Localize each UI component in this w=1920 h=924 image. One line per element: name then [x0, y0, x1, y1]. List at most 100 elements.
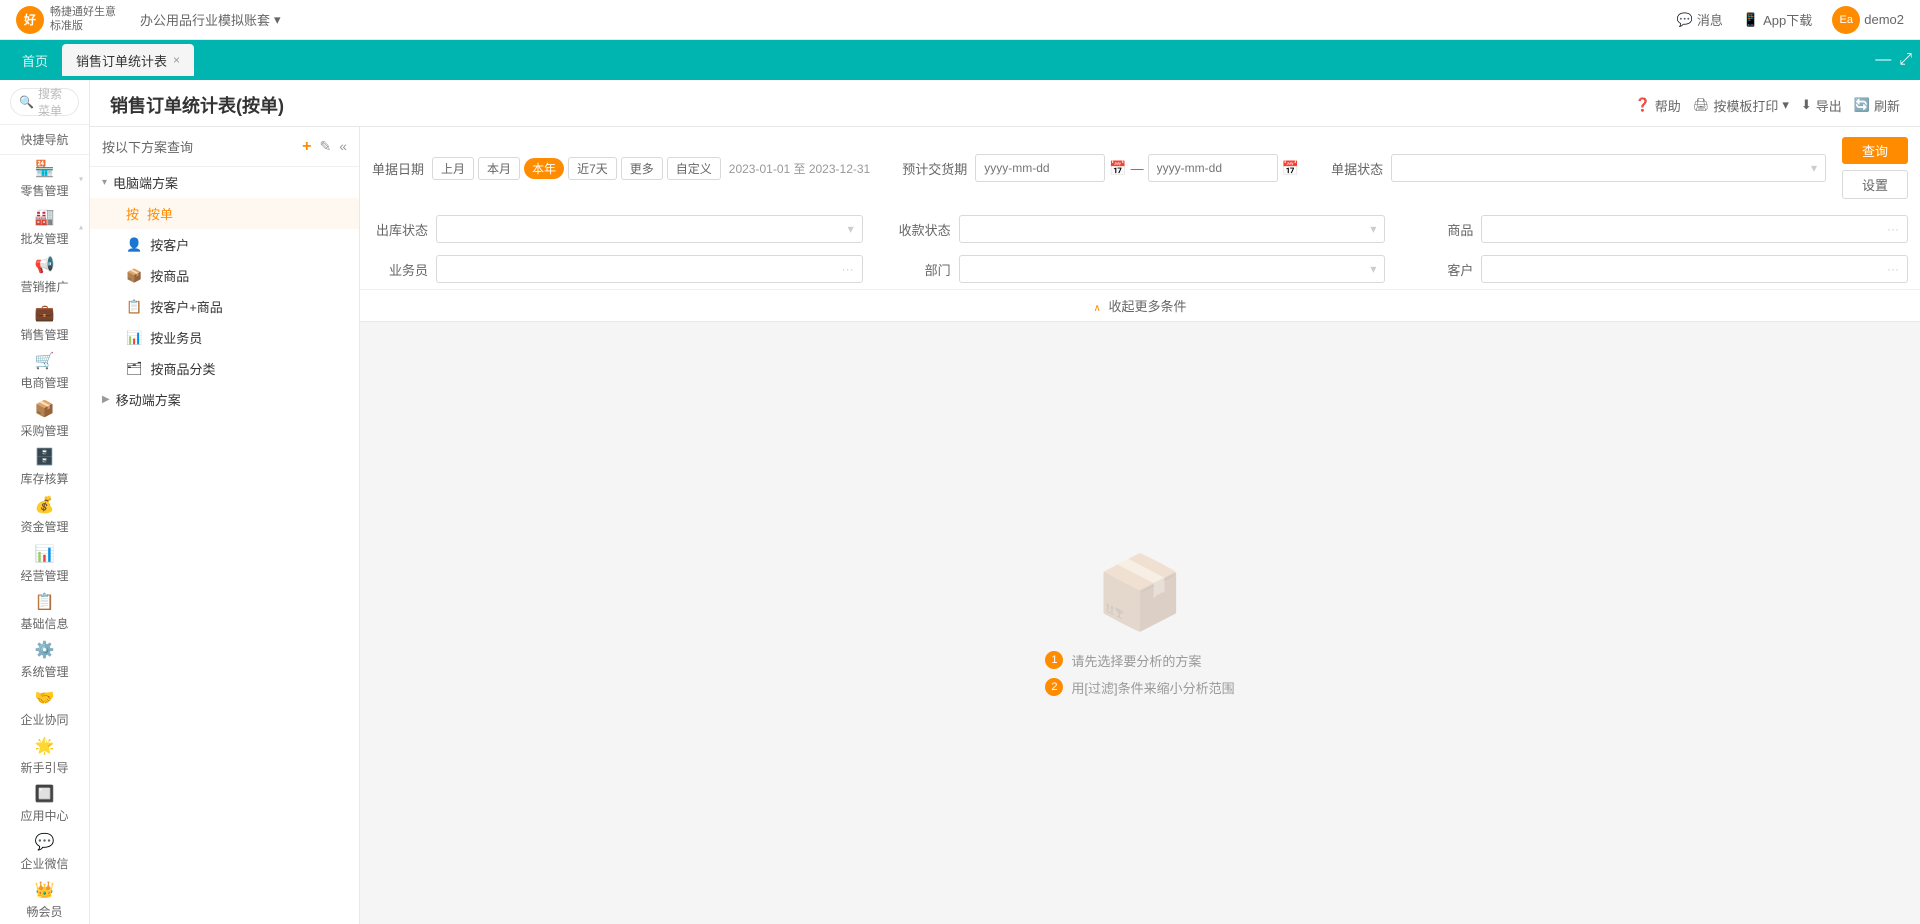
sidebar-item-newbie[interactable]: 🌟 新手引导	[0, 732, 89, 780]
logo-icon: 好	[16, 6, 44, 34]
app-download-button[interactable]: 📱 App下载	[1743, 10, 1812, 29]
edit-solution-button[interactable]: ✎	[319, 138, 331, 156]
salesperson-input[interactable]: ···	[436, 255, 863, 283]
status-label: 单据状态	[1331, 159, 1383, 178]
date-range-text: 2023-01-01 至 2023-12-31	[729, 160, 870, 177]
date-btn-more[interactable]: 更多	[621, 157, 663, 180]
query-button[interactable]: 查询	[1842, 137, 1908, 164]
message-icon: 💬	[1677, 12, 1693, 28]
maximize-icon[interactable]: ⤢	[1899, 51, 1912, 69]
salesperson-icon: 📊	[126, 330, 142, 346]
solution-item-by-category[interactable]: 🗂 按商品分类	[90, 353, 359, 384]
ship-status-label: 出库状态	[372, 220, 428, 239]
search-input[interactable]: 🔍 搜索菜单	[10, 88, 79, 116]
status-select[interactable]: ▾	[1391, 154, 1826, 182]
collect-status-select[interactable]: ▾	[959, 215, 1386, 243]
add-solution-button[interactable]: +	[302, 138, 311, 156]
date-btn-this-month[interactable]: 本月	[478, 157, 520, 180]
retail-icon: 🏪	[35, 159, 55, 179]
page-actions: ❓ 帮助 🖨 按模板打印 ▾ ⬇ 导出 🔄 刷新	[1635, 96, 1900, 115]
right-panel: 单据日期 上月 本月 本年 近7天 更多 自定义 2023-01-01 至 20…	[360, 127, 1920, 924]
print-icon: 🖨	[1693, 97, 1710, 113]
date-btn-last-month[interactable]: 上月	[432, 157, 474, 180]
solution-selected-icon: 按	[126, 204, 139, 223]
sidebar-item-inventory[interactable]: 🗄️ 库存核算	[0, 443, 89, 491]
print-chevron-icon: ▾	[1782, 97, 1789, 113]
mobile-group-header[interactable]: ▶ 移动端方案	[90, 384, 359, 415]
nav-tabs: 首页 销售订单统计表 × — ⤢	[0, 40, 1920, 80]
customer-more-icon: ···	[1887, 262, 1899, 276]
department-label: 部门	[895, 260, 951, 279]
messages-button[interactable]: 💬 消息	[1677, 10, 1723, 29]
filter-row-2: 出库状态 ▾ 收款状态 ▾ 商品 ···	[360, 209, 1920, 249]
sidebar-item-basic[interactable]: 📋 基础信息	[0, 588, 89, 636]
tab-close-button[interactable]: ×	[173, 53, 180, 67]
sidebar-item-wechat[interactable]: 💬 企业微信	[0, 828, 89, 876]
marketing-icon: 📢	[35, 255, 55, 275]
sidebar-item-ecommerce[interactable]: 🛒 电商管理	[0, 347, 89, 395]
set-button[interactable]: 设置	[1842, 170, 1908, 199]
minimize-icon[interactable]: —	[1875, 51, 1891, 69]
expected-date-input-group: 📅 — 📅	[975, 154, 1299, 182]
salesperson-more-icon: ···	[842, 262, 854, 276]
sidebar-item-retail[interactable]: 🏪 零售管理 ▾	[0, 155, 89, 203]
sidebar-item-purchase[interactable]: 📦 采购管理	[0, 395, 89, 443]
tab-home[interactable]: 首页	[8, 44, 62, 76]
ship-status-select[interactable]: ▾	[436, 215, 863, 243]
calendar-icon-end[interactable]: 📅	[1282, 160, 1299, 177]
collapse-bar[interactable]: ∧ 收起更多条件	[360, 289, 1920, 321]
export-button[interactable]: ⬇ 导出	[1801, 96, 1842, 115]
expected-date-start[interactable]	[975, 154, 1105, 182]
chevron-down-icon: ▾	[102, 177, 107, 188]
refresh-button[interactable]: 🔄 刷新	[1854, 96, 1900, 115]
sidebar-item-enterprise[interactable]: 🤝 企业协同	[0, 684, 89, 732]
sidebar-item-quick-nav[interactable]: 快捷导航	[0, 125, 89, 155]
customer-goods-icon: 📋	[126, 299, 142, 315]
solution-item-by-goods[interactable]: 📦 按商品	[90, 260, 359, 291]
solution-item-by-customer-goods[interactable]: 📋 按客户+商品	[90, 291, 359, 322]
system-icon: ⚙️	[35, 640, 55, 660]
top-bar-right: 💬 消息 📱 App下载 Ea demo2	[1677, 6, 1904, 34]
collapse-panel-button[interactable]: «	[339, 138, 347, 156]
sidebar-item-operations[interactable]: 📊 经营管理	[0, 540, 89, 588]
user-profile[interactable]: Ea demo2	[1832, 6, 1904, 34]
sidebar-item-finance[interactable]: 💰 资金管理	[0, 491, 89, 539]
department-select[interactable]: ▾	[959, 255, 1386, 283]
basic-icon: 📋	[35, 592, 55, 612]
top-bar-left: 好 畅捷通好生意 标准版 办公用品行业模拟账套 ▾	[16, 6, 281, 34]
goods-input[interactable]: ···	[1481, 215, 1908, 243]
expected-date-end[interactable]	[1148, 154, 1278, 182]
solution-item-by-customer[interactable]: 👤 按客户	[90, 229, 359, 260]
pc-group-header[interactable]: ▾ 电脑端方案	[90, 167, 359, 198]
purchase-icon: 📦	[35, 399, 55, 419]
sales-icon: 💼	[35, 303, 55, 323]
sidebar-item-member[interactable]: 👑 畅会员	[0, 876, 89, 924]
sidebar-item-wholesale[interactable]: 🏭 批发管理 ▴	[0, 203, 89, 251]
date-label: 单据日期	[372, 159, 424, 178]
date-btn-this-year[interactable]: 本年	[524, 158, 564, 179]
solution-item-by-salesperson[interactable]: 📊 按业务员	[90, 322, 359, 353]
download-icon: 📱	[1743, 12, 1759, 28]
solution-item-by-order[interactable]: 按 按单	[90, 198, 359, 229]
chevron-down-icon: ▾	[274, 12, 281, 28]
sidebar-item-sales[interactable]: 💼 销售管理	[0, 299, 89, 347]
tab-sales-order-stats[interactable]: 销售订单统计表 ×	[62, 44, 194, 76]
date-btn-7days[interactable]: 近7天	[568, 157, 617, 180]
wechat-icon: 💬	[35, 832, 55, 852]
sidebar-item-apps[interactable]: 🔲 应用中心	[0, 780, 89, 828]
expected-date-label: 预计交货期	[902, 159, 967, 178]
collect-chevron-icon: ▾	[1370, 222, 1376, 236]
customer-input[interactable]: ···	[1481, 255, 1908, 283]
calendar-icon-start[interactable]: 📅	[1109, 160, 1126, 177]
sidebar-item-marketing[interactable]: 📢 营销推广	[0, 251, 89, 299]
enterprise-icon: 🤝	[35, 688, 55, 708]
member-icon: 👑	[35, 880, 55, 900]
newbie-icon: 🌟	[35, 736, 55, 756]
sidebar-item-system[interactable]: ⚙️ 系统管理	[0, 636, 89, 684]
left-panel-icons: + ✎ «	[302, 138, 347, 156]
help-button[interactable]: ❓ 帮助	[1635, 96, 1681, 115]
app-selector[interactable]: 办公用品行业模拟账套 ▾	[140, 10, 281, 29]
date-btn-custom[interactable]: 自定义	[667, 157, 721, 180]
print-button[interactable]: 🖨 按模板打印 ▾	[1693, 96, 1789, 115]
goods-more-icon: ···	[1887, 222, 1899, 236]
